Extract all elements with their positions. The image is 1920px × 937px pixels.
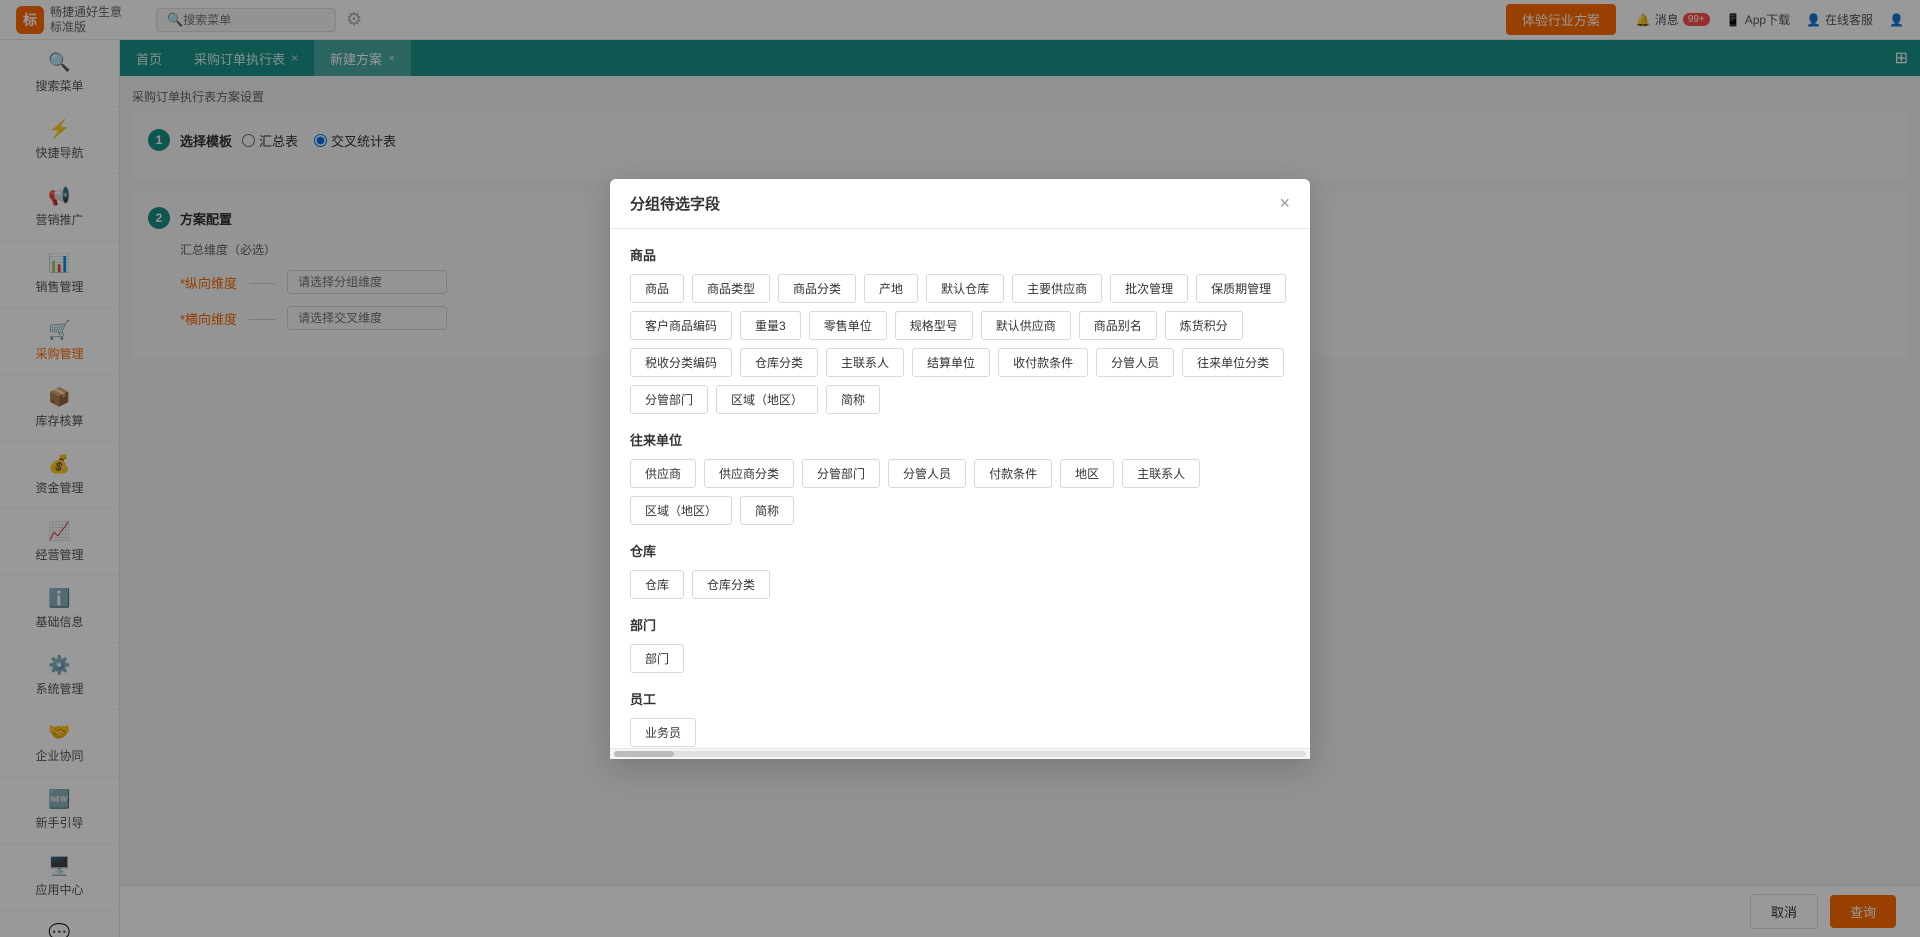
tag-partner-area[interactable]: 地区	[1060, 459, 1114, 488]
tag-partner-supervisor[interactable]: 分管人员	[888, 459, 966, 488]
tag-warehouse[interactable]: 仓库	[630, 570, 684, 599]
tag-partner-contact[interactable]: 主联系人	[1122, 459, 1200, 488]
group-title-partner: 往来单位	[630, 430, 1290, 449]
tag-product-alias[interactable]: 商品别名	[1079, 311, 1157, 340]
tag-main-contact[interactable]: 主联系人	[826, 348, 904, 377]
tag-settlement-unit[interactable]: 结算单位	[912, 348, 990, 377]
modal-close-button[interactable]: ×	[1279, 193, 1290, 214]
tag-supplier[interactable]: 供应商	[630, 459, 696, 488]
warehouse-tags: 仓库 仓库分类	[630, 570, 1290, 599]
modal-body: 商品 商品 商品类型 商品分类 产地 默认仓库 主要供应商 批次管理 保质期管理…	[610, 229, 1310, 748]
field-group-employee: 员工 业务员	[630, 689, 1290, 747]
field-select-modal: 分组待选字段 × 商品 商品 商品类型 商品分类 产地 默认仓库 主要供应商 批…	[610, 179, 1310, 759]
tag-salesperson[interactable]: 业务员	[630, 718, 696, 747]
modal-header: 分组待选字段 ×	[610, 179, 1310, 229]
employee-tags: 业务员	[630, 718, 1290, 747]
tag-partner-category[interactable]: 往来单位分类	[1182, 348, 1284, 377]
tag-retail-unit[interactable]: 零售单位	[809, 311, 887, 340]
modal-title: 分组待选字段	[630, 193, 720, 214]
partner-tags: 供应商 供应商分类 分管部门 分管人员 付款条件 地区 主联系人 区域（地区） …	[630, 459, 1290, 525]
tag-partner-abbr[interactable]: 简称	[740, 496, 794, 525]
tag-partner-region[interactable]: 区域（地区）	[630, 496, 732, 525]
tag-weight3[interactable]: 重量3	[740, 311, 801, 340]
tag-origin[interactable]: 产地	[864, 274, 918, 303]
tag-payment-terms[interactable]: 收付款条件	[998, 348, 1088, 377]
modal-horizontal-scrollbar[interactable]	[610, 748, 1310, 759]
tag-supplier-category[interactable]: 供应商分类	[704, 459, 794, 488]
tag-warehouse-category[interactable]: 仓库分类	[740, 348, 818, 377]
group-title-dept: 部门	[630, 615, 1290, 634]
field-group-product: 商品 商品 商品类型 商品分类 产地 默认仓库 主要供应商 批次管理 保质期管理…	[630, 245, 1290, 414]
group-title-warehouse: 仓库	[630, 541, 1290, 560]
dept-tags: 部门	[630, 644, 1290, 673]
tag-department[interactable]: 部门	[630, 644, 684, 673]
tag-default-supplier[interactable]: 默认供应商	[981, 311, 1071, 340]
product-tags: 商品 商品类型 商品分类 产地 默认仓库 主要供应商 批次管理 保质期管理 客户…	[630, 274, 1290, 414]
field-group-partner: 往来单位 供应商 供应商分类 分管部门 分管人员 付款条件 地区 主联系人 区域…	[630, 430, 1290, 525]
tag-partner-payment[interactable]: 付款条件	[974, 459, 1052, 488]
tag-product-type[interactable]: 商品类型	[692, 274, 770, 303]
tag-customer-code[interactable]: 客户商品编码	[630, 311, 732, 340]
tag-batch-mgmt[interactable]: 批次管理	[1110, 274, 1188, 303]
tag-product[interactable]: 商品	[630, 274, 684, 303]
group-title-product: 商品	[630, 245, 1290, 264]
tag-region[interactable]: 区域（地区）	[716, 385, 818, 414]
tag-spec-model[interactable]: 规格型号	[895, 311, 973, 340]
tag-default-warehouse[interactable]: 默认仓库	[926, 274, 1004, 303]
tag-warehouse-cat[interactable]: 仓库分类	[692, 570, 770, 599]
tag-dept[interactable]: 分管部门	[630, 385, 708, 414]
tag-tax-code[interactable]: 税收分类编码	[630, 348, 732, 377]
modal-overlay: 分组待选字段 × 商品 商品 商品类型 商品分类 产地 默认仓库 主要供应商 批…	[0, 0, 1920, 937]
tag-supervisor[interactable]: 分管人员	[1096, 348, 1174, 377]
tag-points[interactable]: 炼货积分	[1165, 311, 1243, 340]
tag-product-category[interactable]: 商品分类	[778, 274, 856, 303]
tag-main-supplier[interactable]: 主要供应商	[1012, 274, 1102, 303]
group-title-employee: 员工	[630, 689, 1290, 708]
field-group-warehouse: 仓库 仓库 仓库分类	[630, 541, 1290, 599]
tag-abbr[interactable]: 简称	[826, 385, 880, 414]
field-group-dept: 部门 部门	[630, 615, 1290, 673]
tag-shelf-life[interactable]: 保质期管理	[1196, 274, 1286, 303]
tag-partner-dept[interactable]: 分管部门	[802, 459, 880, 488]
